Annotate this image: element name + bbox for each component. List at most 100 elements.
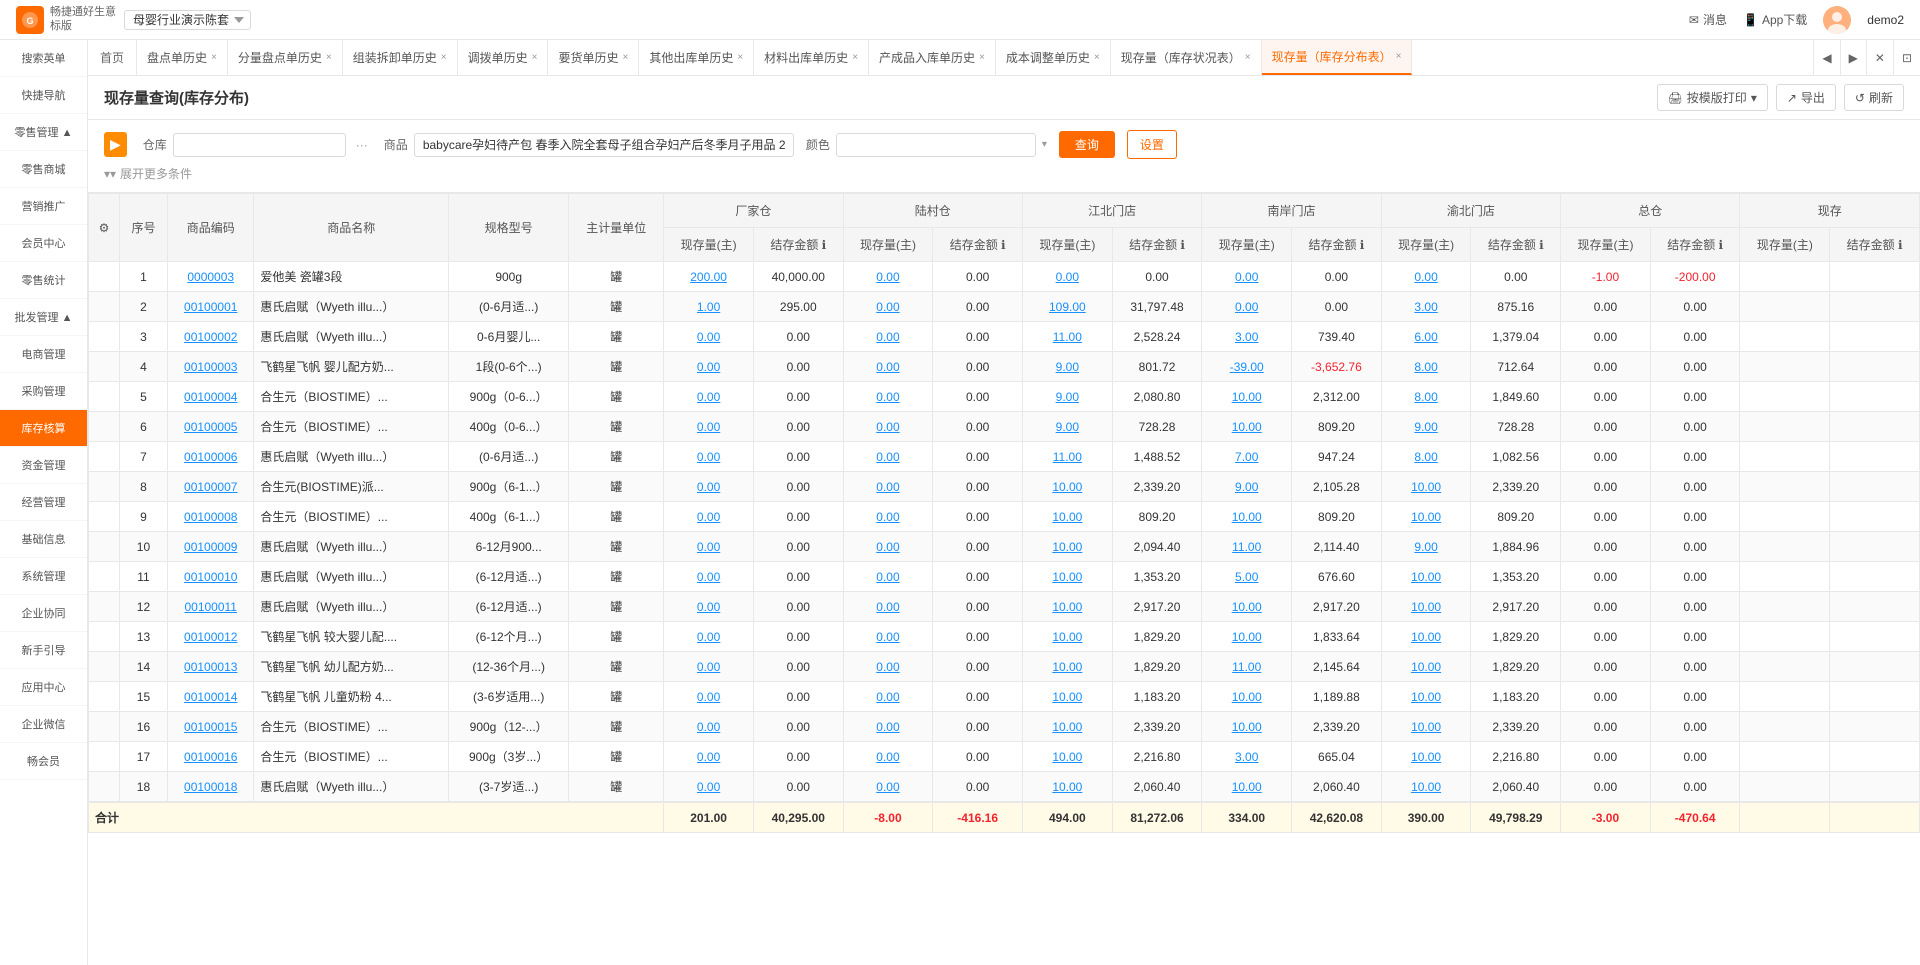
table-cell[interactable]: 10.00: [1022, 682, 1112, 712]
table-cell[interactable]: 10.00: [1381, 682, 1471, 712]
table-cell[interactable]: 11.00: [1202, 652, 1292, 682]
table-cell[interactable]: 0.00: [933, 262, 1023, 292]
table-cell[interactable]: 0.00: [664, 442, 754, 472]
table-cell[interactable]: 1,833.64: [1292, 622, 1382, 652]
table-cell[interactable]: 10.00: [1381, 502, 1471, 532]
table-cell[interactable]: 0.00: [664, 382, 754, 412]
table-cell[interactable]: 0.00: [664, 322, 754, 352]
table-cell[interactable]: 0.00: [753, 562, 843, 592]
table-cell[interactable]: 0.00: [843, 382, 933, 412]
tab-close-icon[interactable]: ×: [532, 52, 538, 63]
table-cell[interactable]: 40,000.00: [753, 262, 843, 292]
sidebar-item-畅会员[interactable]: 畅会员: [0, 743, 87, 780]
table-cell[interactable]: 0.00: [753, 382, 843, 412]
table-cell[interactable]: 0.00: [1561, 382, 1651, 412]
table-cell[interactable]: 2,917.20: [1471, 592, 1561, 622]
table-cell[interactable]: 9.00: [1022, 412, 1112, 442]
table-cell[interactable]: 2,114.40: [1292, 532, 1382, 562]
table-cell[interactable]: 1,488.52: [1112, 442, 1202, 472]
table-cell[interactable]: 9.00: [1381, 532, 1471, 562]
table-cell[interactable]: -3,652.76: [1292, 352, 1382, 382]
table-cell[interactable]: 0.00: [1292, 262, 1382, 292]
sidebar-item-电商管理[interactable]: 电商管理: [0, 336, 87, 373]
tab-close-icon[interactable]: ×: [1245, 52, 1251, 63]
sidebar-item-系统管理[interactable]: 系统管理: [0, 558, 87, 595]
table-cell[interactable]: 11.00: [1022, 442, 1112, 472]
table-cell[interactable]: 0.00: [664, 742, 754, 772]
sidebar-item-经营管理[interactable]: 经营管理: [0, 484, 87, 521]
table-cell[interactable]: 0.00: [933, 712, 1023, 742]
table-cell[interactable]: 2,145.64: [1292, 652, 1382, 682]
table-cell[interactable]: 0.00: [933, 352, 1023, 382]
table-cell[interactable]: 801.72: [1112, 352, 1202, 382]
table-cell[interactable]: 3.00: [1381, 292, 1471, 322]
table-cell[interactable]: 10.00: [1202, 622, 1292, 652]
table-cell[interactable]: 3.00: [1202, 322, 1292, 352]
table-cell[interactable]: 10.00: [1381, 742, 1471, 772]
table-cell[interactable]: 31,797.48: [1112, 292, 1202, 322]
table-cell[interactable]: 1,353.20: [1471, 562, 1561, 592]
table-cell[interactable]: 0.00: [933, 772, 1023, 803]
sidebar-item-企业微信[interactable]: 企业微信: [0, 706, 87, 743]
table-cell[interactable]: 0.00: [1650, 652, 1740, 682]
table-cell[interactable]: 0.00: [753, 712, 843, 742]
table-cell[interactable]: 0.00: [843, 772, 933, 803]
table-cell[interactable]: 809.20: [1471, 502, 1561, 532]
sidebar-item-营销推广[interactable]: 营销推广: [0, 188, 87, 225]
table-cell[interactable]: 2,094.40: [1112, 532, 1202, 562]
table-cell[interactable]: 0.00: [753, 622, 843, 652]
table-cell[interactable]: 0.00: [843, 592, 933, 622]
sidebar-item-零售商城[interactable]: 零售商城: [0, 151, 87, 188]
table-cell[interactable]: 0.00: [1650, 322, 1740, 352]
table-cell[interactable]: 0.00: [843, 262, 933, 292]
table-cell[interactable]: 0.00: [1561, 412, 1651, 442]
app-btn[interactable]: 📱 App下载: [1743, 11, 1807, 28]
table-cell[interactable]: 0.00: [1650, 442, 1740, 472]
table-cell[interactable]: 0.00: [1561, 472, 1651, 502]
table-cell[interactable]: 10.00: [1202, 412, 1292, 442]
table-cell[interactable]: 0.00: [1650, 682, 1740, 712]
sidebar-item-零售管理[interactable]: 零售管理 ▲: [0, 114, 87, 151]
table-cell[interactable]: 0.00: [664, 412, 754, 442]
table-cell[interactable]: 712.64: [1471, 352, 1561, 382]
table-cell[interactable]: 10.00: [1202, 502, 1292, 532]
table-cell[interactable]: 1,082.56: [1471, 442, 1561, 472]
tab-材料出库单历史[interactable]: 材料出库单历史 ×: [754, 40, 869, 75]
table-cell[interactable]: 665.04: [1292, 742, 1382, 772]
table-cell[interactable]: 0.00: [843, 472, 933, 502]
tab-close-icon[interactable]: ×: [852, 52, 858, 63]
table-cell[interactable]: 0.00: [843, 502, 933, 532]
table-cell[interactable]: 0.00: [933, 742, 1023, 772]
table-cell[interactable]: 2,339.20: [1471, 712, 1561, 742]
tab-close-icon[interactable]: ×: [737, 52, 743, 63]
table-cell[interactable]: 8.00: [1381, 442, 1471, 472]
table-cell[interactable]: 0.00: [1561, 442, 1651, 472]
table-cell[interactable]: 2,917.20: [1292, 592, 1382, 622]
table-cell[interactable]: 0.00: [753, 772, 843, 803]
table-cell[interactable]: 1,829.20: [1112, 622, 1202, 652]
table-cell[interactable]: 0.00: [843, 292, 933, 322]
sidebar-item-零售统计[interactable]: 零售统计: [0, 262, 87, 299]
table-cell[interactable]: 0.00: [843, 562, 933, 592]
sidebar-item-批发管理[interactable]: 批发管理 ▲: [0, 299, 87, 336]
table-cell[interactable]: 0.00: [843, 622, 933, 652]
tab-next-btn[interactable]: ▶: [1840, 40, 1866, 75]
table-cell[interactable]: 11.00: [1202, 532, 1292, 562]
table-cell[interactable]: 0.00: [933, 592, 1023, 622]
table-cell[interactable]: 9.00: [1022, 382, 1112, 412]
table-cell[interactable]: 0.00: [753, 412, 843, 442]
warehouse-input[interactable]: [173, 133, 346, 157]
table-cell[interactable]: 0.00: [753, 652, 843, 682]
table-cell[interactable]: 0.00: [1561, 352, 1651, 382]
table-cell[interactable]: 0.00: [843, 532, 933, 562]
table-cell[interactable]: 2,080.80: [1112, 382, 1202, 412]
table-cell[interactable]: 0.00: [1561, 532, 1651, 562]
tab-调拨单历史[interactable]: 调拨单历史 ×: [458, 40, 549, 75]
table-cell[interactable]: 10.00: [1022, 502, 1112, 532]
table-cell[interactable]: 9.00: [1381, 412, 1471, 442]
table-cell[interactable]: 10.00: [1381, 772, 1471, 803]
table-cell[interactable]: 0.00: [1650, 352, 1740, 382]
table-cell[interactable]: 0.00: [1650, 412, 1740, 442]
table-cell[interactable]: 0.00: [1650, 292, 1740, 322]
tab-其他出库单历史[interactable]: 其他出库单历史 ×: [639, 40, 754, 75]
